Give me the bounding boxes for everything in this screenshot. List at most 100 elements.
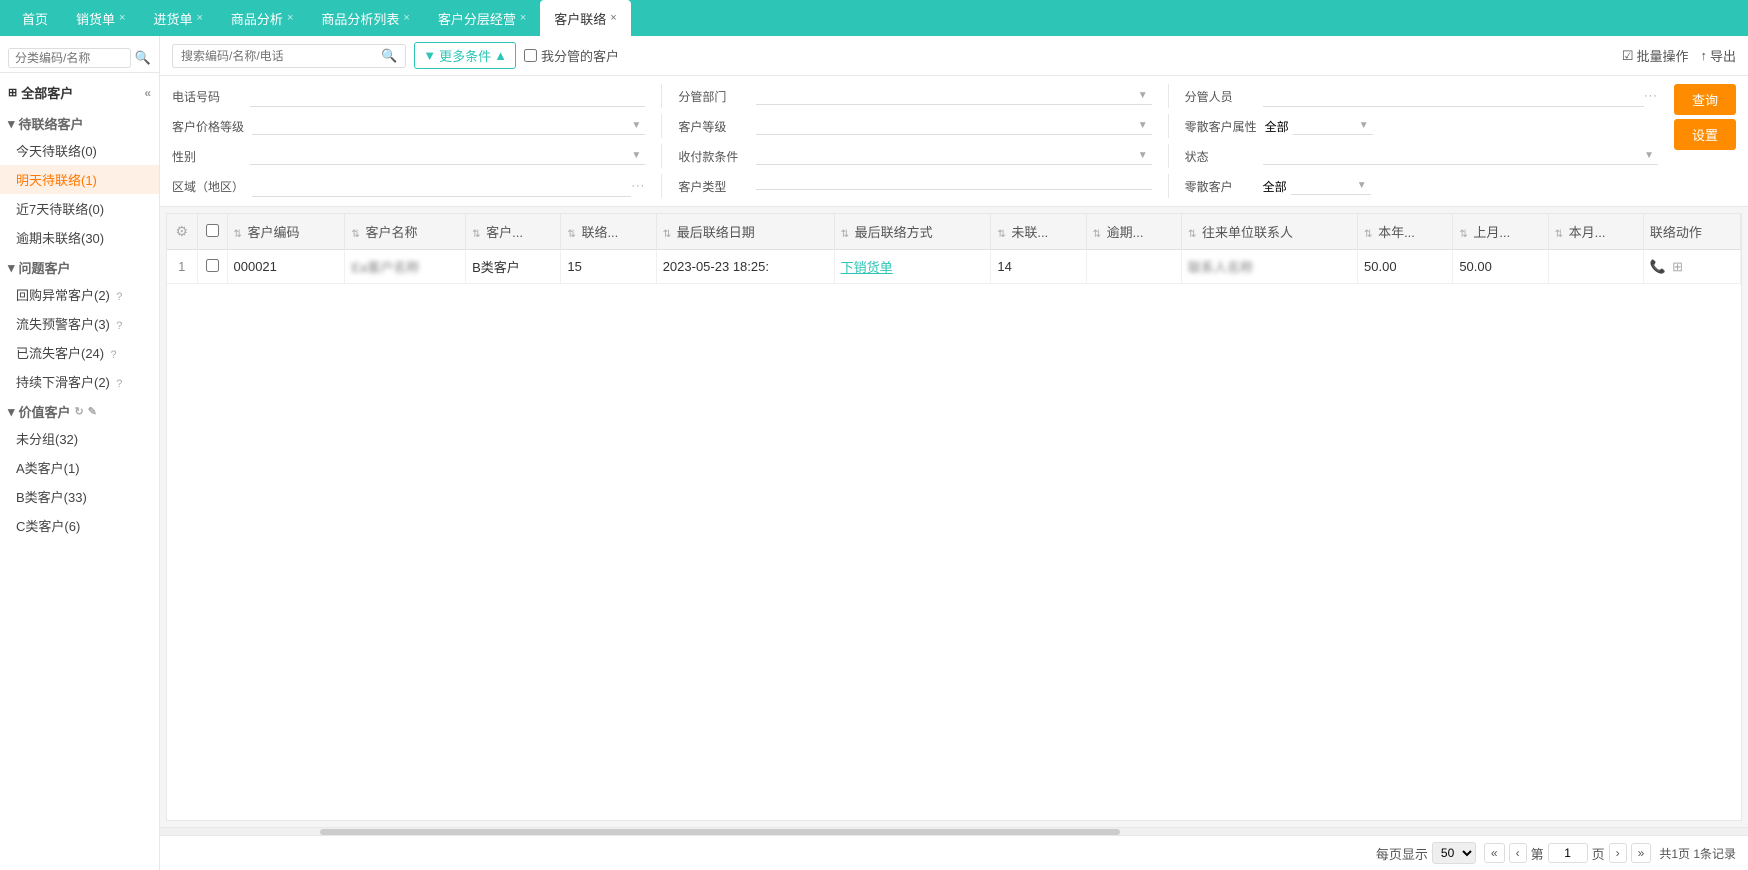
table-gear-icon[interactable]: ⚙ xyxy=(175,223,188,239)
page-size-select[interactable]: 50 xyxy=(1432,842,1476,864)
export-btn[interactable]: ↑ 导出 xyxy=(1700,46,1736,65)
manager-more-btn[interactable]: ··· xyxy=(1644,90,1658,102)
sidebar-item-declining[interactable]: 持续下滑客户(2) ? xyxy=(0,367,159,396)
first-page-btn[interactable]: « xyxy=(1484,843,1505,863)
region-more-btn[interactable]: ··· xyxy=(631,180,645,192)
nav-item-product-list[interactable]: 商品分析列表 × xyxy=(307,0,423,36)
sidebar-item-churned[interactable]: 已流失客户(24) ? xyxy=(0,338,159,367)
cg-chevron-icon: ▼ xyxy=(1138,120,1148,131)
divider-7 xyxy=(661,174,662,198)
customer-type-label: 客户类型 xyxy=(678,178,748,195)
help-icon-1[interactable]: ? xyxy=(116,291,122,303)
sidebar-search-icon[interactable]: 🔍 xyxy=(135,50,151,66)
filter-dept: 分管部门 ▼ xyxy=(678,87,1151,105)
sidebar-item-a-class[interactable]: A类客户(1) xyxy=(0,453,159,482)
sidebar-item-repurchase-abnormal[interactable]: 回购异常客户(2) ? xyxy=(0,280,159,309)
sort-type-icon[interactable]: ⇅ xyxy=(472,229,480,240)
scrollbar-thumb[interactable] xyxy=(320,829,1120,835)
footer: 每页显示 50 « ‹ 第 页 › » 共1页 1条记录 xyxy=(160,835,1748,870)
contact-method-link[interactable]: 下销货单 xyxy=(841,260,893,275)
sort-lcd-icon[interactable]: ⇅ xyxy=(663,229,671,240)
sidebar-search-input[interactable] xyxy=(8,48,131,68)
sidebar-item-overdue[interactable]: 逾期未联络(30) xyxy=(0,223,159,252)
nav-item-purchase[interactable]: 进货单 × xyxy=(139,0,216,36)
payment-select[interactable]: ▼ xyxy=(756,147,1151,165)
problem-arrow-icon: ▾ xyxy=(8,260,15,276)
filter-more-btn[interactable]: ▼ 更多条件 ▲ xyxy=(414,42,516,69)
sidebar-item-ungrouped[interactable]: 未分组(32) xyxy=(0,424,159,453)
my-customers-toggle[interactable]: 我分管的客户 xyxy=(524,46,619,65)
sort-tm-icon[interactable]: ⇅ xyxy=(1555,229,1563,240)
nav-item-home[interactable]: 首页 xyxy=(8,0,62,36)
nav-close-purchase[interactable]: × xyxy=(196,12,202,24)
sort-od-icon[interactable]: ⇅ xyxy=(1093,229,1101,240)
row-contact-count: 15 xyxy=(561,250,656,284)
sidebar-all-customers[interactable]: ⊞ 全部客户 « xyxy=(0,77,159,108)
sidebar-item-b-class[interactable]: B类客户(33) xyxy=(0,482,159,511)
sort-lcm-icon[interactable]: ⇅ xyxy=(841,229,849,240)
settings-button[interactable]: 设置 xyxy=(1674,119,1736,150)
nav-close-product-analysis[interactable]: × xyxy=(287,12,293,24)
sidebar-item-7days[interactable]: 近7天待联络(0) xyxy=(0,194,159,223)
phone-action-icon[interactable]: 📞 xyxy=(1650,259,1666,275)
customer-type-select[interactable] xyxy=(756,183,1151,190)
nav-item-customer-contact[interactable]: 客户联络 × xyxy=(540,0,630,36)
customer-grade-select[interactable]: ▼ xyxy=(756,117,1151,135)
sort-cp-icon[interactable]: ⇅ xyxy=(1188,229,1196,240)
last-page-btn[interactable]: » xyxy=(1631,843,1652,863)
filter-phone: 电话号码 xyxy=(172,86,645,107)
nav-close-customer-contact[interactable]: × xyxy=(610,12,616,24)
help-icon-2[interactable]: ? xyxy=(116,320,122,332)
select-all-checkbox[interactable] xyxy=(206,224,219,237)
help-icon-4[interactable]: ? xyxy=(116,378,122,390)
sidebar-collapse-icon[interactable]: « xyxy=(144,86,151,100)
my-customers-checkbox[interactable] xyxy=(524,49,537,62)
search-icon[interactable]: 🔍 xyxy=(381,48,397,64)
next-page-btn[interactable]: › xyxy=(1609,843,1627,863)
status-select[interactable]: ▼ xyxy=(1263,147,1658,165)
sidebar-item-churn-warning[interactable]: 流失预警客户(3) ? xyxy=(0,309,159,338)
value-edit-icon[interactable]: ✎ xyxy=(88,405,97,418)
nav-item-customer-tier[interactable]: 客户分层经营 × xyxy=(424,0,540,36)
col-checkbox xyxy=(197,214,227,250)
col-last-contact-method: ⇅ 最后联络方式 xyxy=(834,214,991,250)
sidebar-item-c-class[interactable]: C类客户(6) xyxy=(0,511,159,540)
prev-page-btn[interactable]: ‹ xyxy=(1509,843,1527,863)
retail-attr-select[interactable]: ▼ xyxy=(1293,117,1373,135)
dept-select[interactable]: ▼ xyxy=(756,87,1151,105)
page-input[interactable] xyxy=(1548,843,1588,863)
sort-ty-icon[interactable]: ⇅ xyxy=(1364,229,1372,240)
grid-action-icon[interactable]: ⊞ xyxy=(1672,259,1683,275)
g-chevron-icon: ▼ xyxy=(631,150,641,161)
sidebar-item-today[interactable]: 今天待联络(0) xyxy=(0,136,159,165)
value-arrow-icon: ▾ xyxy=(8,404,15,420)
value-refresh-icon[interactable]: ↻ xyxy=(75,405,84,418)
sort-code-icon[interactable]: ⇅ xyxy=(234,229,242,240)
divider-5 xyxy=(661,144,662,168)
search-input[interactable] xyxy=(181,49,381,63)
region-input[interactable] xyxy=(252,176,631,197)
retail-customer-select[interactable]: ▼ xyxy=(1291,177,1371,195)
row-checkbox[interactable] xyxy=(206,259,219,272)
nav-item-sales[interactable]: 销货单 × xyxy=(62,0,139,36)
gender-label: 性别 xyxy=(172,148,242,165)
sort-lm-icon[interactable]: ⇅ xyxy=(1459,229,1467,240)
gender-select[interactable]: ▼ xyxy=(250,147,645,165)
sort-name-icon[interactable]: ⇅ xyxy=(351,229,359,240)
row-contact-person: 联系人名称 xyxy=(1181,250,1357,284)
sort-cc-icon[interactable]: ⇅ xyxy=(567,229,575,240)
horizontal-scrollbar[interactable] xyxy=(160,827,1748,835)
sort-nc-icon[interactable]: ⇅ xyxy=(997,229,1005,240)
nav-item-product-analysis[interactable]: 商品分析 × xyxy=(217,0,307,36)
sidebar-item-tomorrow[interactable]: 明天待联络(1) xyxy=(0,165,159,194)
query-button[interactable]: 查询 xyxy=(1674,84,1736,115)
customer-value-select[interactable]: ▼ xyxy=(252,117,645,135)
nav-close-sales[interactable]: × xyxy=(119,12,125,24)
nav-close-customer-tier[interactable]: × xyxy=(520,12,526,24)
nav-close-product-list[interactable]: × xyxy=(403,12,409,24)
export-icon: ↑ xyxy=(1700,48,1707,63)
manager-input[interactable] xyxy=(1263,86,1644,107)
help-icon-3[interactable]: ? xyxy=(110,349,116,361)
phone-input[interactable] xyxy=(250,86,645,107)
batch-op-btn[interactable]: ☑ 批量操作 xyxy=(1622,46,1689,65)
